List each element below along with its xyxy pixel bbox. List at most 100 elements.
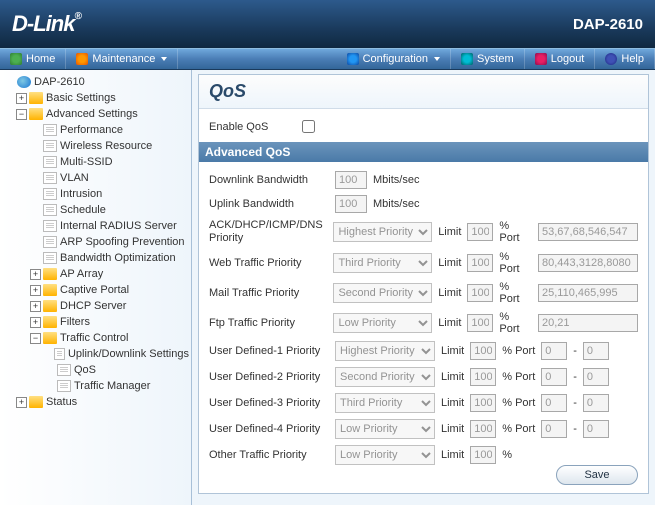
- limit-label: Limit: [438, 317, 461, 329]
- tree-status[interactable]: +Status: [2, 394, 189, 410]
- tree-vlan[interactable]: VLAN: [2, 170, 189, 186]
- tree-dhcp-server[interactable]: +DHCP Server: [2, 298, 189, 314]
- ftp-limit-input[interactable]: [467, 314, 493, 332]
- web-port-input[interactable]: [538, 254, 638, 272]
- ud4-limit-input[interactable]: [470, 420, 496, 438]
- ud1-label: User Defined-1 Priority: [209, 345, 329, 357]
- menu-help[interactable]: Help: [595, 49, 655, 69]
- port-label: % Port: [499, 281, 532, 305]
- menu-maintenance[interactable]: Maintenance: [66, 49, 178, 69]
- mail-label: Mail Traffic Priority: [209, 287, 327, 299]
- page-icon: [43, 140, 57, 152]
- tree-basic-settings[interactable]: +Basic Settings: [2, 90, 189, 106]
- ud4-priority-select[interactable]: Low Priority: [335, 419, 435, 439]
- dash-label: -: [573, 371, 577, 383]
- menu-logout[interactable]: Logout: [525, 49, 596, 69]
- tree-multi-ssid[interactable]: Multi-SSID: [2, 154, 189, 170]
- limit-label: Limit: [441, 345, 464, 357]
- uplink-input[interactable]: [335, 195, 367, 213]
- folder-icon: [29, 92, 43, 104]
- tree-arp-spoofing[interactable]: ARP Spoofing Prevention: [2, 234, 189, 250]
- mail-port-input[interactable]: [538, 284, 638, 302]
- tree-ap-array[interactable]: +AP Array: [2, 266, 189, 282]
- dash-label: -: [573, 423, 577, 435]
- collapse-icon[interactable]: −: [30, 333, 41, 344]
- ud1-port-from[interactable]: [541, 342, 567, 360]
- config-icon: [347, 53, 359, 65]
- ud1-port-to[interactable]: [583, 342, 609, 360]
- tree-wireless-resource[interactable]: Wireless Resource: [2, 138, 189, 154]
- tree-uplink-downlink[interactable]: Uplink/Downlink Settings: [2, 346, 189, 362]
- port-label: % Port: [502, 423, 535, 435]
- limit-label: Limit: [441, 397, 464, 409]
- tree-qos[interactable]: QoS: [2, 362, 189, 378]
- ftp-label: Ftp Traffic Priority: [209, 317, 327, 329]
- limit-label: Limit: [441, 423, 464, 435]
- home-icon: [10, 53, 22, 65]
- ack-port-input[interactable]: [538, 223, 638, 241]
- collapse-icon[interactable]: −: [16, 109, 27, 120]
- ud1-limit-input[interactable]: [470, 342, 496, 360]
- web-priority-select[interactable]: Third Priority: [333, 253, 432, 273]
- menu-system[interactable]: System: [451, 49, 525, 69]
- help-icon: [605, 53, 617, 65]
- ud2-limit-input[interactable]: [470, 368, 496, 386]
- other-priority-select[interactable]: Low Priority: [335, 445, 435, 465]
- tree-bandwidth-opt[interactable]: Bandwidth Optimization: [2, 250, 189, 266]
- ud2-priority-select[interactable]: Second Priority: [335, 367, 435, 387]
- tree-schedule[interactable]: Schedule: [2, 202, 189, 218]
- other-limit-input[interactable]: [470, 446, 496, 464]
- expand-icon[interactable]: +: [30, 285, 41, 296]
- downlink-label: Downlink Bandwidth: [209, 174, 329, 186]
- limit-label: Limit: [438, 257, 461, 269]
- mail-priority-select[interactable]: Second Priority: [333, 283, 432, 303]
- logout-icon: [535, 53, 547, 65]
- ftp-port-input[interactable]: [538, 314, 638, 332]
- tree-root[interactable]: DAP-2610: [2, 74, 189, 90]
- page-title: QoS: [199, 75, 648, 109]
- tree-traffic-control[interactable]: −Traffic Control: [2, 330, 189, 346]
- mail-limit-input[interactable]: [467, 284, 493, 302]
- ud3-port-from[interactable]: [541, 394, 567, 412]
- tree-advanced-settings[interactable]: −Advanced Settings: [2, 106, 189, 122]
- limit-label: Limit: [441, 371, 464, 383]
- folder-icon: [29, 396, 43, 408]
- save-button[interactable]: Save: [556, 465, 638, 485]
- tree-traffic-manager[interactable]: Traffic Manager: [2, 378, 189, 394]
- expand-icon[interactable]: +: [30, 317, 41, 328]
- page-icon: [43, 220, 57, 232]
- page-icon: [43, 236, 57, 248]
- ud4-port-from[interactable]: [541, 420, 567, 438]
- enable-qos-checkbox[interactable]: [302, 120, 315, 133]
- tree-internal-radius[interactable]: Internal RADIUS Server: [2, 218, 189, 234]
- limit-label: Limit: [438, 226, 461, 238]
- port-label: % Port: [499, 311, 532, 335]
- ud3-limit-input[interactable]: [470, 394, 496, 412]
- port-label: % Port: [499, 251, 532, 275]
- expand-icon[interactable]: +: [16, 93, 27, 104]
- folder-icon: [43, 268, 57, 280]
- expand-icon[interactable]: +: [30, 301, 41, 312]
- downlink-input[interactable]: [335, 171, 367, 189]
- tree-captive-portal[interactable]: +Captive Portal: [2, 282, 189, 298]
- chevron-down-icon: [161, 57, 167, 61]
- ud3-port-to[interactable]: [583, 394, 609, 412]
- web-limit-input[interactable]: [467, 254, 493, 272]
- ud2-port-from[interactable]: [541, 368, 567, 386]
- ack-limit-input[interactable]: [467, 223, 493, 241]
- logo: D-Link®: [12, 11, 81, 37]
- ud2-port-to[interactable]: [583, 368, 609, 386]
- ud1-priority-select[interactable]: Highest Priority: [335, 341, 435, 361]
- expand-icon[interactable]: +: [16, 397, 27, 408]
- ud3-priority-select[interactable]: Third Priority: [335, 393, 435, 413]
- ack-priority-select[interactable]: Highest Priority: [333, 222, 432, 242]
- tree-filters[interactable]: +Filters: [2, 314, 189, 330]
- tree-performance[interactable]: Performance: [2, 122, 189, 138]
- menu-configuration[interactable]: Configuration: [337, 49, 451, 69]
- ud4-port-to[interactable]: [583, 420, 609, 438]
- expand-icon[interactable]: +: [30, 269, 41, 280]
- menu-home[interactable]: Home: [0, 49, 66, 69]
- header: D-Link® DAP-2610: [0, 0, 655, 48]
- tree-intrusion[interactable]: Intrusion: [2, 186, 189, 202]
- ftp-priority-select[interactable]: Low Priority: [333, 313, 432, 333]
